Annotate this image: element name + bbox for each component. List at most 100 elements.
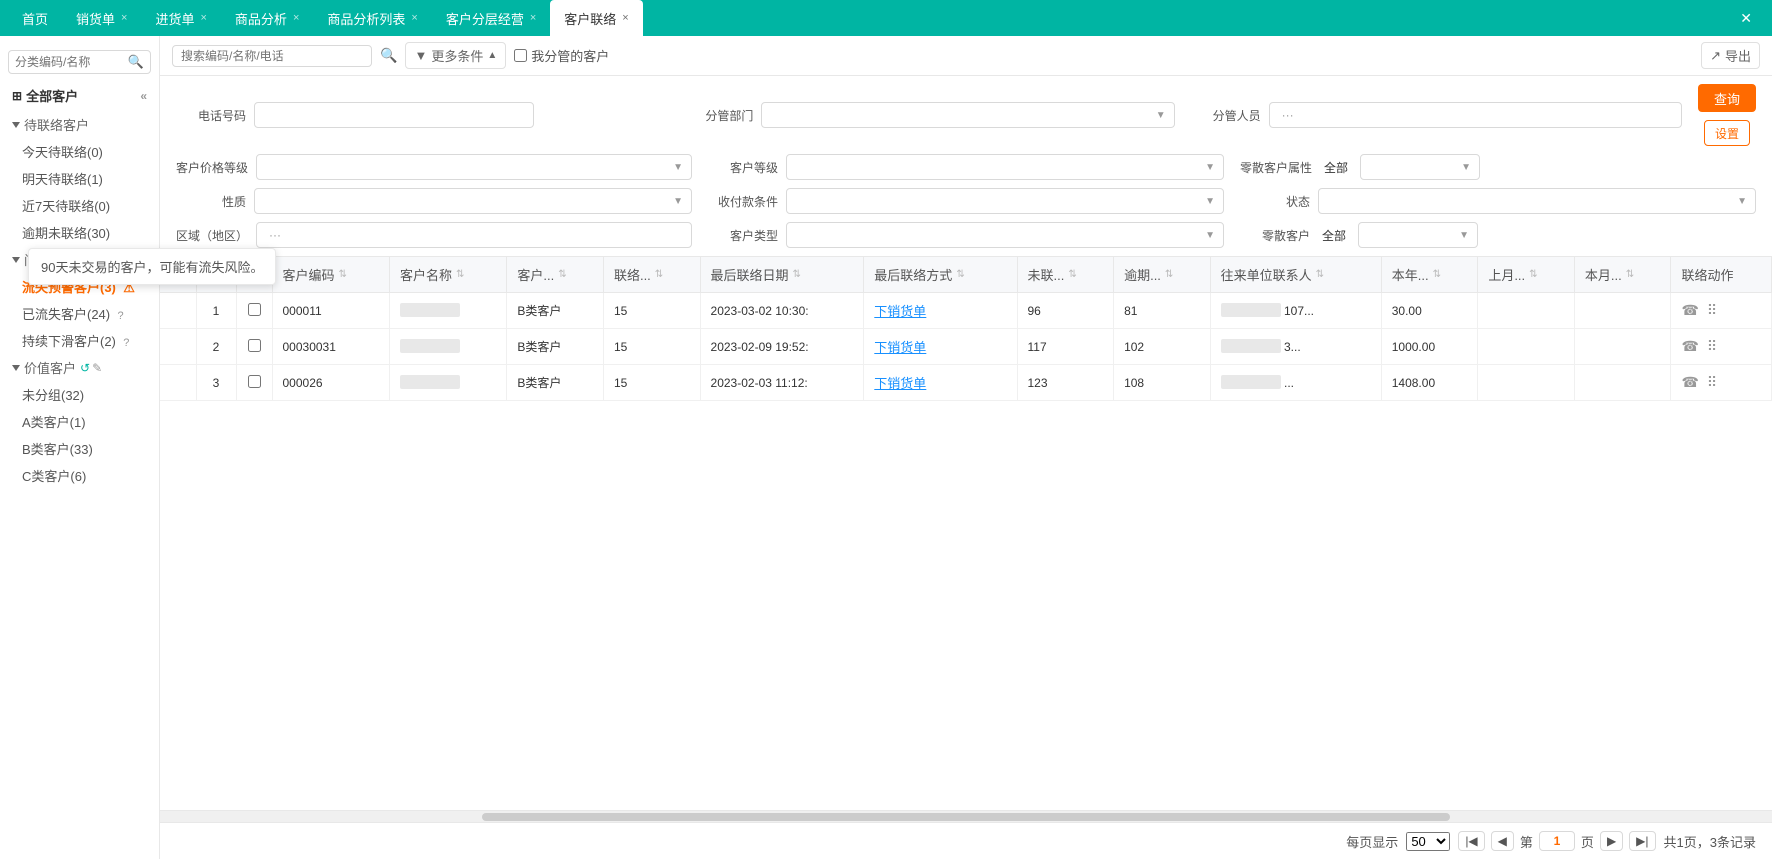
sidebar-item-class-b[interactable]: B类客户(33) — [0, 435, 159, 462]
col-overdue-header[interactable]: 逾期... ⇅ — [1114, 257, 1211, 293]
sidebar-item-class-c[interactable]: C类客户(6) — [0, 462, 159, 489]
filter-payment-select[interactable]: ▼ — [786, 188, 1224, 214]
col-name-header[interactable]: 客户名称 ⇅ — [389, 257, 506, 293]
page-size-select[interactable]: 50 100 200 — [1406, 832, 1450, 851]
next-page-btn[interactable]: ▶ — [1600, 831, 1623, 851]
row-check-2[interactable] — [236, 365, 272, 401]
my-customer-checkbox[interactable] — [514, 49, 527, 62]
filter-customer-type-label: 客户类型 — [708, 227, 778, 244]
action-contact-icon-2[interactable]: ☎ — [1681, 374, 1698, 391]
sidebar-group-value[interactable]: 价值客户 ↺ ✎ — [0, 354, 159, 381]
search-button[interactable]: 🔍 — [380, 47, 397, 64]
sidebar-collapse-icon[interactable]: « — [140, 89, 147, 103]
col-code-header[interactable]: 客户编码 ⇅ — [272, 257, 389, 293]
filter-status-select[interactable]: ▼ — [1318, 188, 1756, 214]
query-button[interactable]: 查询 — [1698, 84, 1756, 112]
col-this-month-header[interactable]: 本月... ⇅ — [1574, 257, 1671, 293]
sidebar-all-customers[interactable]: ⊞ 全部客户 « — [0, 80, 159, 111]
more-filter-btn[interactable]: ▼ 更多条件 ▲ — [405, 42, 506, 69]
filter-zero-customer: 零散客户 全部 ▼ — [1240, 222, 1756, 248]
sidebar-item-today-contact[interactable]: 今天待联络(0) — [0, 138, 159, 165]
col-contact-person-header[interactable]: 往来单位联系人 ⇅ — [1210, 257, 1381, 293]
tab-customer-contact-close[interactable]: × — [622, 12, 628, 24]
row-this-year-2: 1408.00 — [1381, 365, 1478, 401]
person-more-icon[interactable]: ··· — [1278, 108, 1298, 122]
filter-region: 区域（地区） ··· — [176, 222, 692, 248]
filter-gender-select[interactable]: ▼ — [254, 188, 692, 214]
search-input[interactable] — [181, 49, 363, 63]
last-page-btn[interactable]: ▶| — [1629, 831, 1655, 851]
action-more-icon-2[interactable]: ⠿ — [1707, 374, 1717, 391]
sidebar-item-week-contact[interactable]: 近7天待联络(0) — [0, 192, 159, 219]
filter-dept-select[interactable]: ▼ — [761, 102, 1174, 128]
tab-home[interactable]: 首页 — [8, 0, 62, 36]
row-last-method-0[interactable]: 下销货单 — [864, 293, 1017, 329]
row-last-method-2[interactable]: 下销货单 — [864, 365, 1017, 401]
col-this-year-header[interactable]: 本年... ⇅ — [1381, 257, 1478, 293]
tab-sales-close[interactable]: × — [121, 12, 127, 24]
scrollbar-thumb[interactable] — [482, 813, 1449, 821]
edit-icon[interactable]: ✎ — [92, 361, 102, 375]
filter-phone-input[interactable] — [254, 102, 534, 128]
window-close-btn[interactable]: ✕ — [1728, 10, 1764, 27]
sort-icon-code: ⇅ — [339, 269, 347, 280]
tab-customer-contact[interactable]: 客户联络 × — [550, 0, 642, 36]
sidebar-item-ungrouped[interactable]: 未分组(32) — [0, 381, 159, 408]
col-last-method-header[interactable]: 最后联络方式 ⇅ — [864, 257, 1017, 293]
sidebar-item-class-a[interactable]: A类客户(1) — [0, 408, 159, 435]
tab-analysis-list-close[interactable]: × — [411, 12, 417, 24]
filter-price-grade-select[interactable]: ▼ — [256, 154, 692, 180]
tab-sales[interactable]: 销货单 × — [62, 0, 141, 36]
export-btn[interactable]: ↗ 导出 — [1701, 42, 1760, 69]
tab-analysis-close[interactable]: × — [293, 12, 299, 24]
row-check-0[interactable] — [236, 293, 272, 329]
filter-zero-customer-select[interactable]: ▼ — [1358, 222, 1478, 248]
action-contact-icon-1[interactable]: ☎ — [1681, 338, 1698, 355]
tab-analysis[interactable]: 商品分析 × — [221, 0, 313, 36]
setting-button[interactable]: 设置 — [1704, 120, 1750, 146]
col-uncontacted-header[interactable]: 未联... ⇅ — [1017, 257, 1114, 293]
row-checkbox-0[interactable] — [248, 303, 261, 316]
refresh-icon[interactable]: ↺ — [80, 361, 90, 375]
action-more-icon-1[interactable]: ⠿ — [1707, 338, 1717, 355]
row-check-1[interactable] — [236, 329, 272, 365]
filter-panel: 电话号码 分管部门 ▼ 分管人员 ··· 查询 设置 — [160, 76, 1772, 257]
horizontal-scrollbar[interactable] — [160, 810, 1772, 822]
filter-customer-grade: 客户等级 ▼ — [708, 154, 1224, 180]
tab-customer-layer-close[interactable]: × — [530, 12, 536, 24]
sidebar-group-pending[interactable]: 待联络客户 — [0, 111, 159, 138]
first-page-btn[interactable]: |◀ — [1458, 831, 1484, 851]
col-type-header[interactable]: 客户... ⇅ — [507, 257, 604, 293]
search-input-box[interactable] — [172, 45, 372, 67]
col-last-date-header[interactable]: 最后联络日期 ⇅ — [700, 257, 864, 293]
col-contact-header[interactable]: 联络... ⇅ — [603, 257, 700, 293]
tab-purchase-close[interactable]: × — [200, 12, 206, 24]
col-last-month-header[interactable]: 上月... ⇅ — [1478, 257, 1575, 293]
filter-zero-attr-select[interactable]: ▼ — [1360, 154, 1480, 180]
filter-customer-type-select[interactable]: ▼ — [786, 222, 1224, 248]
filter-person-select[interactable]: ··· — [1269, 102, 1682, 128]
tab-customer-layer[interactable]: 客户分层经营 × — [432, 0, 550, 36]
page-num-input[interactable] — [1539, 831, 1575, 851]
sidebar-item-tomorrow-contact[interactable]: 明天待联络(1) — [0, 165, 159, 192]
sort-icon-name: ⇅ — [456, 269, 464, 280]
filter-region-select[interactable]: ··· — [256, 222, 692, 248]
sort-icon-overdue: ⇅ — [1165, 269, 1173, 280]
filter-customer-grade-select[interactable]: ▼ — [786, 154, 1224, 180]
my-customer-check[interactable]: 我分管的客户 — [514, 46, 609, 65]
sidebar-item-declining[interactable]: 持续下滑客户(2) ? — [0, 327, 159, 354]
tab-purchase[interactable]: 进货单 × — [141, 0, 220, 36]
sidebar-search-box[interactable]: 🔍 — [8, 50, 151, 74]
row-checkbox-1[interactable] — [248, 339, 261, 352]
sidebar-search-input[interactable] — [15, 55, 128, 69]
action-contact-icon-0[interactable]: ☎ — [1681, 302, 1698, 319]
sidebar-item-churned[interactable]: 已流失客户(24) ? — [0, 300, 159, 327]
row-last-method-1[interactable]: 下销货单 — [864, 329, 1017, 365]
action-more-icon-0[interactable]: ⠿ — [1707, 302, 1717, 319]
region-more-icon[interactable]: ··· — [265, 228, 285, 242]
sidebar-item-overdue-contact[interactable]: 逾期未联络(30) — [0, 219, 159, 246]
tab-analysis-list[interactable]: 商品分析列表 × — [313, 0, 431, 36]
prev-page-btn[interactable]: ◀ — [1491, 831, 1514, 851]
row-checkbox-2[interactable] — [248, 375, 261, 388]
question-icon: ? — [117, 310, 123, 322]
